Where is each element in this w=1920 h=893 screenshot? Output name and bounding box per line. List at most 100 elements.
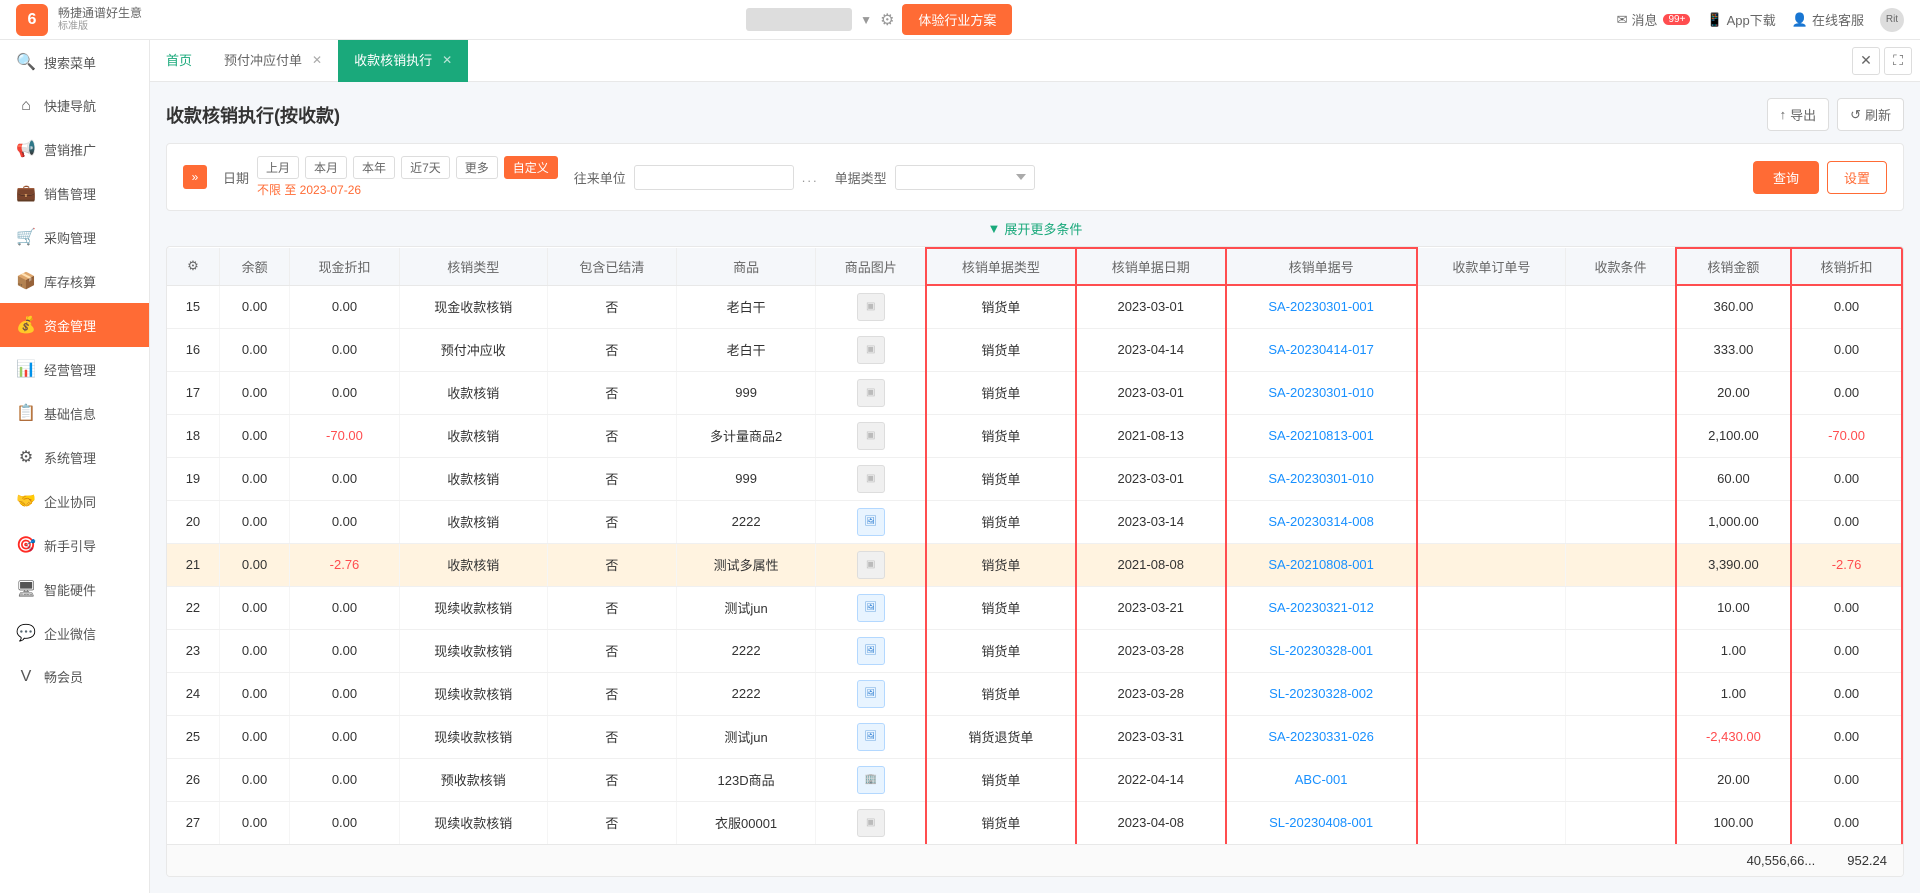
offset-bill-no-link[interactable]: SA-20210808-001 [1268,557,1374,572]
tab-home[interactable]: 首页 [150,40,208,82]
cell-receipt-order-no [1417,457,1566,500]
offset-bill-no-link[interactable]: SA-20230321-012 [1268,600,1374,615]
online-service-item[interactable]: 👤 在线客服 [1792,10,1864,29]
date-btn-this-month[interactable]: 本月 [305,156,347,179]
top-bar-center: 账号 ▼ ⚙ 体验行业方案 [746,4,1012,35]
col-header-offset-bill-type: 核销单据类型 [926,248,1076,285]
cell-receipt-order-no [1417,285,1566,328]
settings-icon[interactable]: ⚙ [880,10,894,30]
sidebar-item-hardware[interactable]: 🖥 智能硬件 [0,567,149,611]
table-settings-icon[interactable]: ⚙ [187,258,199,273]
cell-include-settled: 否 [547,457,676,500]
cell-offset-bill-type: 销货单 [926,672,1076,715]
date-btn-more[interactable]: 更多 [456,156,498,179]
message-item[interactable]: ✉ 消息 99+ [1617,10,1691,29]
finance-icon: 💰 [16,315,36,335]
cell-offset-bill-no: SA-20210813-001 [1226,414,1417,457]
wechat-icon: 💬 [16,623,36,643]
table-row: 26 0.00 0.00 预收款核销 否 123D商品 🏢 销货单 2022-0… [167,758,1902,801]
cell-product-image: 🖼 [816,672,926,715]
guide-icon: 🎯 [16,535,36,555]
filter-expand-btn[interactable]: ▼ 展开更多条件 [988,219,1083,238]
sidebar-item-sales[interactable]: 💼 销售管理 [0,171,149,215]
col-header-product: 商品 [676,248,816,285]
offset-bill-no-link[interactable]: SL-20230408-001 [1269,815,1373,830]
user-avatar[interactable]: Rit [1880,8,1904,32]
offset-bill-no-link[interactable]: ABC-001 [1295,772,1348,787]
cell-receipt-order-no [1417,629,1566,672]
app-download-item[interactable]: 📱 App下载 [1706,10,1775,29]
sidebar-item-finance[interactable]: 💰 资金管理 [0,303,149,347]
settings-btn[interactable]: 设置 [1827,161,1887,194]
account-dropdown-icon[interactable]: ▼ [860,13,872,27]
col-header-settings[interactable]: ⚙ [167,248,219,285]
export-btn[interactable]: ↑ 导出 [1767,98,1830,131]
offset-bill-no-link[interactable]: SL-20230328-002 [1269,686,1373,701]
sidebar-item-guide[interactable]: 🎯 新手引导 [0,523,149,567]
cell-offset-amount: 333.00 [1676,328,1791,371]
tab-advance-offset[interactable]: 预付冲应付单 ✕ [208,40,338,82]
tab-receipt-offset[interactable]: 收款核销执行 ✕ [338,40,468,82]
cell-offset-type: 收款核销 [399,414,547,457]
page-content: 收款核销执行(按收款) ↑ 导出 ↺ 刷新 » 日期 [150,82,1920,893]
refresh-btn[interactable]: ↺ 刷新 [1837,98,1904,131]
cell-offset-bill-no: ABC-001 [1226,758,1417,801]
cell-receipt-order-no [1417,414,1566,457]
offset-bill-no-link[interactable]: SA-20230314-008 [1268,514,1374,529]
table-scroll[interactable]: ⚙ 余额 现金折扣 核销类型 包含已结清 商品 商品图片 核销单据类型 核销单据… [167,247,1903,844]
sidebar-item-system[interactable]: ⚙ 系统管理 [0,435,149,479]
cell-balance: 0.00 [219,285,289,328]
cell-balance: 0.00 [219,414,289,457]
sidebar-item-quick-nav[interactable]: ⌂ 快捷导航 [0,84,149,127]
receipt-type-select[interactable]: 销货单 销货退货单 [895,165,1035,190]
tab-close-all-icon[interactable]: ✕ [1852,47,1880,75]
filter-toggle-btn[interactable]: » [183,165,207,189]
offset-bill-no-link[interactable]: SA-20230301-001 [1268,299,1374,314]
cell-offset-bill-date: 2023-03-28 [1076,629,1226,672]
sidebar-item-wechat[interactable]: 💬 企业微信 [0,611,149,655]
cell-offset-bill-type: 销货单 [926,543,1076,586]
tab-advance-offset-close[interactable]: ✕ [312,53,322,67]
filter-date-group: 上月 本月 本年 近7天 更多 自定义 不限 至 2023-07-26 [257,156,558,198]
product-image-thumb: 🖼 [857,680,885,708]
hardware-icon: 🖥 [16,579,36,599]
table-row: 22 0.00 0.00 现续收款核销 否 测试jun 🖼 销货单 2023-0… [167,586,1902,629]
date-btn-7days[interactable]: 近7天 [401,156,450,179]
offset-bill-no-link[interactable]: SL-20230328-001 [1269,643,1373,658]
query-btn[interactable]: 查询 [1753,161,1819,194]
cell-cash-discount: 0.00 [290,586,399,629]
date-btn-last-month[interactable]: 上月 [257,156,299,179]
offset-bill-no-link[interactable]: SA-20230301-010 [1268,471,1374,486]
sidebar-item-operations[interactable]: 📊 经营管理 [0,347,149,391]
tab-fullscreen-icon[interactable]: ⛶ [1884,47,1912,75]
tab-home-label: 首页 [166,50,192,69]
date-btn-this-year[interactable]: 本年 [353,156,395,179]
from-unit-input[interactable] [634,165,794,190]
sidebar-item-basic-info[interactable]: 📋 基础信息 [0,391,149,435]
tab-bar-right: ✕ ⛶ [1852,47,1920,75]
page-actions: ↑ 导出 ↺ 刷新 [1767,98,1904,131]
cell-include-settled: 否 [547,500,676,543]
cell-include-settled: 否 [547,758,676,801]
sidebar-item-search[interactable]: 🔍 搜索菜单 [0,40,149,84]
sidebar-item-collab[interactable]: 🤝 企业协同 [0,479,149,523]
cell-receipt-condition [1566,285,1676,328]
sidebar-label-search: 搜索菜单 [44,53,96,72]
sidebar-item-member[interactable]: V 畅会员 [0,655,149,698]
cell-include-settled: 否 [547,285,676,328]
cell-offset-discount: 0.00 [1791,758,1902,801]
sidebar-item-purchase[interactable]: 🛒 采购管理 [0,215,149,259]
sidebar-item-marketing[interactable]: 📢 营销推广 [0,127,149,171]
cell-offset-discount: 0.00 [1791,371,1902,414]
offset-bill-no-link[interactable]: SA-20210813-001 [1268,428,1374,443]
date-btn-custom[interactable]: 自定义 [504,156,558,179]
tab-receipt-offset-close[interactable]: ✕ [442,53,452,67]
cell-row-no: 18 [167,414,219,457]
filter-date-row: 上月 本月 本年 近7天 更多 自定义 [257,156,558,179]
sidebar-item-inventory[interactable]: 📦 库存核算 [0,259,149,303]
offset-bill-no-link[interactable]: SA-20230301-010 [1268,385,1374,400]
cell-cash-discount: -70.00 [290,414,399,457]
industry-btn[interactable]: 体验行业方案 [902,4,1012,35]
offset-bill-no-link[interactable]: SA-20230331-026 [1268,729,1374,744]
offset-bill-no-link[interactable]: SA-20230414-017 [1268,342,1374,357]
